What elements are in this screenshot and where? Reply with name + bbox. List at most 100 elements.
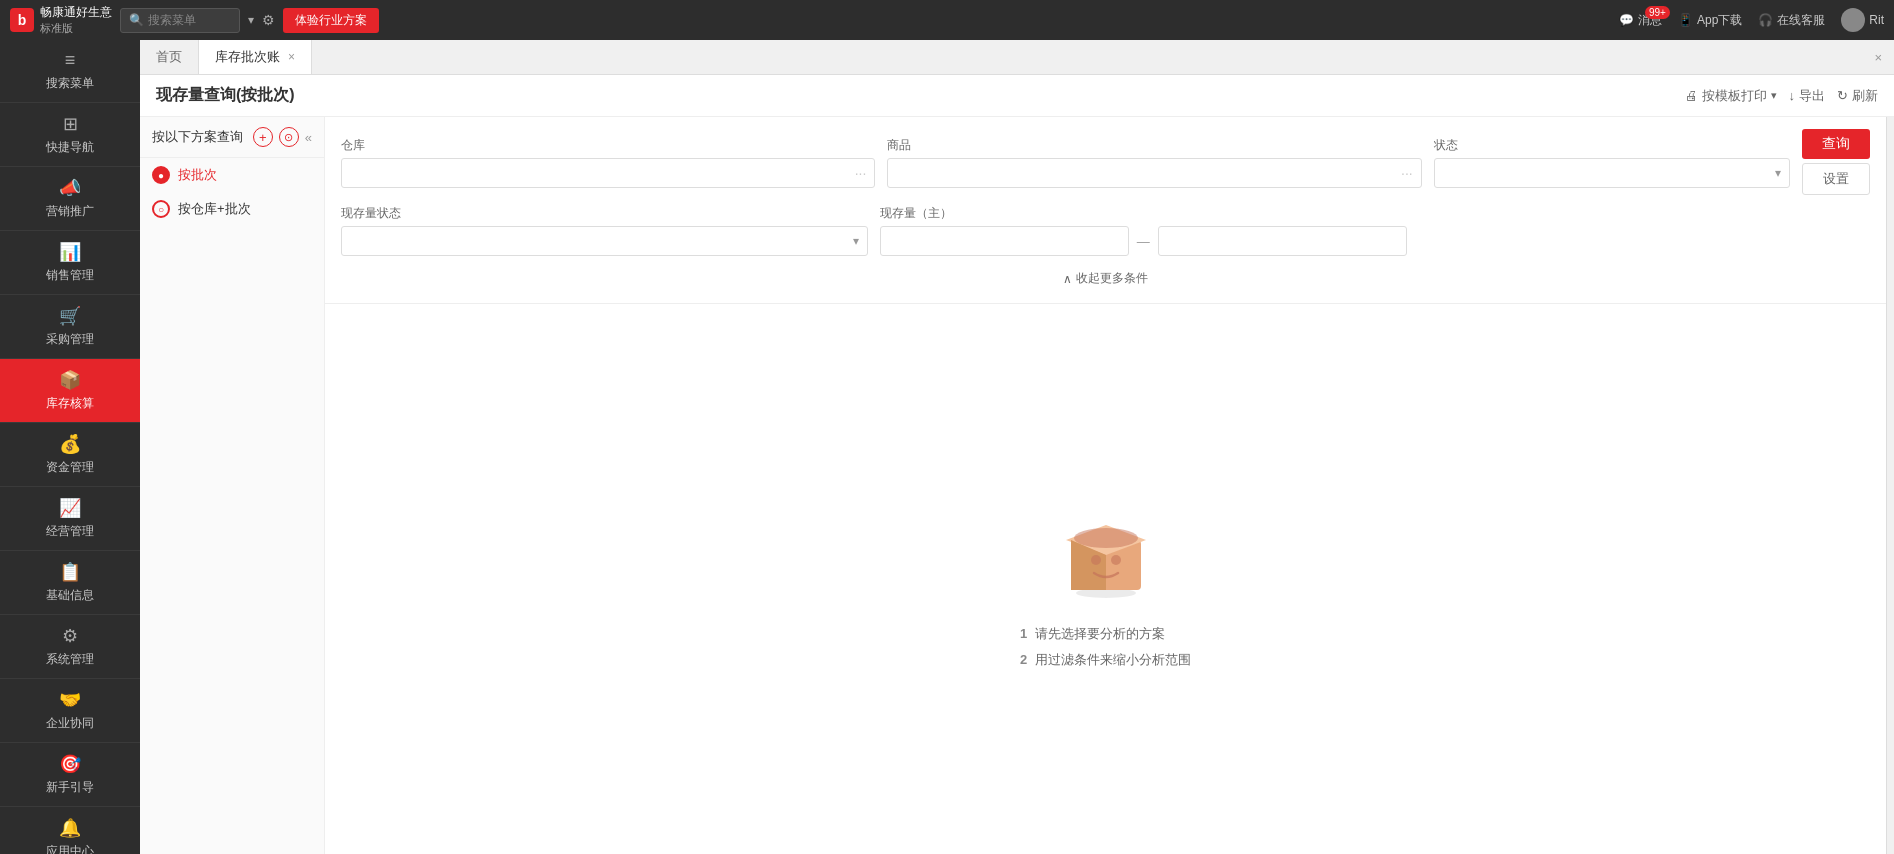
filter-row-2: 现存量状态 ▾ 现存量（主） [341,205,1870,256]
refresh-label: 刷新 [1852,87,1878,105]
logo-icon: b [10,8,34,32]
quick-nav-icon: ⊞ [63,113,78,135]
trial-button[interactable]: 体验行业方案 [283,8,379,33]
online-service-action[interactable]: 🎧 在线客服 [1758,12,1825,29]
inventory-qty-min-input[interactable] [880,226,1129,256]
collapse-panel-icon[interactable]: « [305,130,312,145]
sidebar-item-quick-nav[interactable]: ⊞ 快捷导航 [0,103,140,167]
sales-icon: 📊 [59,241,81,263]
finance-icon: 💰 [59,433,81,455]
phone-icon: 📱 [1678,13,1693,27]
inventory-qty-dash: — [1133,234,1154,249]
print-action[interactable]: 🖨 按模板打印 ▾ [1685,87,1777,105]
settings-button[interactable]: 设置 [1802,163,1870,195]
tab-close-icon[interactable]: × [288,50,295,64]
page-content: 现存量查询(按批次) 🖨 按模板打印 ▾ ↓ 导出 ↻ 刷新 [140,75,1894,854]
inventory-qty-max-input[interactable] [1158,226,1407,256]
operation-icon: 📈 [59,497,81,519]
refresh-action[interactable]: ↻ 刷新 [1837,87,1878,105]
header-right: 💬 消息 99+ 📱 App下载 🎧 在线客服 Rit [1619,8,1884,32]
left-panel-actions: + ⊙ « [253,127,312,147]
tab-bar-close-right[interactable]: × [1862,42,1894,73]
sidebar-item-basic[interactable]: 📋 基础信息 [0,551,140,615]
search-menu-icon: ≡ [65,50,76,71]
sidebar-label-system: 系统管理 [46,651,94,668]
page-title: 现存量查询(按批次) [156,85,295,106]
right-scrollbar[interactable] [1886,117,1894,854]
filter-area: 仓库 ··· 商品 ··· [325,117,1886,304]
product-input[interactable]: ··· [887,158,1421,188]
sidebar-label-basic: 基础信息 [46,587,94,604]
app-download-label: App下载 [1697,12,1742,29]
sidebar-item-inventory[interactable]: 📦 库存核算 [0,359,140,423]
sidebar-item-marketing[interactable]: 📣 营销推广 [0,167,140,231]
collapse-row[interactable]: ∧ 收起更多条件 [341,266,1870,291]
inventory-qty-range: — [880,226,1407,256]
warehouse-dots[interactable]: ··· [855,165,867,181]
main-layout: ≡ 搜索菜单 ⊞ 快捷导航 📣 营销推广 📊 销售管理 🛒 采购管理 📦 库存核… [0,40,1894,854]
inventory-status-group: 现存量状态 ▾ [341,205,868,256]
print-label: 按模板打印 [1702,87,1767,105]
notification-action[interactable]: 💬 消息 99+ [1619,12,1662,29]
marketing-icon: 📣 [59,177,81,199]
online-service-label: 在线客服 [1777,12,1825,29]
query-button[interactable]: 查询 [1802,129,1870,159]
sidebar-item-finance[interactable]: 💰 资金管理 [0,423,140,487]
scheme-label-by-warehouse-batch: 按仓库+批次 [178,200,251,218]
scheme-item-by-batch[interactable]: ● 按批次 [140,158,324,192]
header-dropdown-arrow[interactable]: ▾ [248,13,254,27]
tab-inventory-batch-label: 库存批次账 [215,48,280,66]
svg-point-2 [1074,528,1138,548]
svg-point-4 [1111,555,1121,565]
scheme-item-by-warehouse-batch[interactable]: ○ 按仓库+批次 [140,192,324,226]
user-name: Rit [1869,13,1884,27]
sidebar-item-system[interactable]: ⚙ 系统管理 [0,615,140,679]
sidebar-label-enterprise: 企业协同 [46,715,94,732]
page-body: 按以下方案查询 + ⊙ « ● [140,117,1894,854]
sidebar-item-operation[interactable]: 📈 经营管理 [0,487,140,551]
sidebar-label-guide: 新手引导 [46,779,94,796]
svg-point-3 [1091,555,1101,565]
system-icon: ⚙ [62,625,78,647]
guide-icon: 🎯 [59,753,81,775]
enterprise-icon: 🤝 [59,689,81,711]
export-action[interactable]: ↓ 导出 [1789,87,1826,105]
status-select[interactable]: ▾ [1434,158,1790,188]
scheme-active-icon: ● [152,166,170,184]
sidebar-label-purchase: 采购管理 [46,331,94,348]
filter-row-1: 仓库 ··· 商品 ··· [341,129,1870,195]
sidebar-item-enterprise[interactable]: 🤝 企业协同 [0,679,140,743]
right-panel: 仓库 ··· 商品 ··· [325,117,1886,854]
company-name: 畅康通好生意 [40,4,112,21]
sidebar-item-appstore[interactable]: 🔔 应用中心 [0,807,140,854]
sidebar: ≡ 搜索菜单 ⊞ 快捷导航 📣 营销推广 📊 销售管理 🛒 采购管理 📦 库存核… [0,40,140,854]
print-dropdown-icon[interactable]: ▾ [1771,89,1777,102]
tab-inventory-batch[interactable]: 库存批次账 × [199,40,312,74]
logo-area: b 畅康通好生意 标准版 [10,4,112,36]
purchase-icon: 🛒 [59,305,81,327]
avatar [1841,8,1865,32]
page-header: 现存量查询(按批次) 🖨 按模板打印 ▾ ↓ 导出 ↻ 刷新 [140,75,1894,117]
sidebar-item-purchase[interactable]: 🛒 采购管理 [0,295,140,359]
sidebar-item-search-menu[interactable]: ≡ 搜索菜单 [0,40,140,103]
left-panel-header: 按以下方案查询 + ⊙ « [140,117,324,158]
tab-bar: 首页 库存批次账 × × [140,40,1894,75]
user-action[interactable]: Rit [1841,8,1884,32]
product-dots[interactable]: ··· [1401,165,1413,181]
header-gear-icon[interactable]: ⚙ [262,12,275,28]
sidebar-item-guide[interactable]: 🎯 新手引导 [0,743,140,807]
sidebar-item-sales[interactable]: 📊 销售管理 [0,231,140,295]
inventory-status-select[interactable]: ▾ [341,226,868,256]
warehouse-input[interactable]: ··· [341,158,875,188]
add-scheme-button[interactable]: + [253,127,273,147]
left-panel-title: 按以下方案查询 [152,128,243,146]
left-panel: 按以下方案查询 + ⊙ « ● [140,117,325,854]
empty-state: 请先选择要分析的方案 用过滤条件来缩小分析范围 [325,304,1886,854]
product-label: 商品 [887,137,1421,154]
scheme-settings-button[interactable]: ⊙ [279,127,299,147]
tab-home[interactable]: 首页 [140,40,199,74]
app-download-action[interactable]: 📱 App下载 [1678,12,1742,29]
basic-icon: 📋 [59,561,81,583]
status-chevron-icon: ▾ [1775,166,1781,180]
warehouse-label: 仓库 [341,137,875,154]
